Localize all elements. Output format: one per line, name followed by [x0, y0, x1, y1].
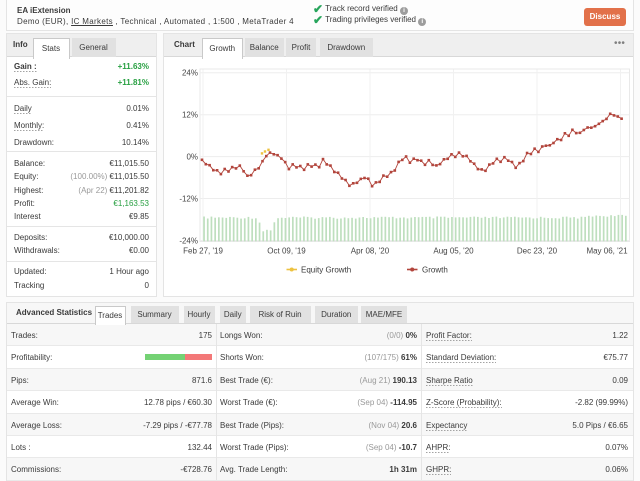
svg-text:Feb 27, '19: Feb 27, '19 — [183, 247, 223, 256]
svg-text:May 06, '21: May 06, '21 — [586, 247, 628, 256]
svg-text:-12%: -12% — [179, 195, 198, 204]
svg-text:24%: 24% — [182, 69, 198, 78]
svg-text:12%: 12% — [182, 111, 198, 120]
svg-text:-24%: -24% — [179, 237, 198, 246]
svg-text:0%: 0% — [186, 153, 198, 162]
svg-text:Aug 05, '20: Aug 05, '20 — [433, 247, 474, 256]
svg-text:Growth: Growth — [422, 265, 448, 274]
svg-text:Equity Growth: Equity Growth — [301, 265, 351, 274]
svg-text:Dec 23, '20: Dec 23, '20 — [517, 247, 558, 256]
svg-text:Oct 09, '19: Oct 09, '19 — [267, 247, 306, 256]
svg-text:Apr 08, '20: Apr 08, '20 — [351, 247, 390, 256]
